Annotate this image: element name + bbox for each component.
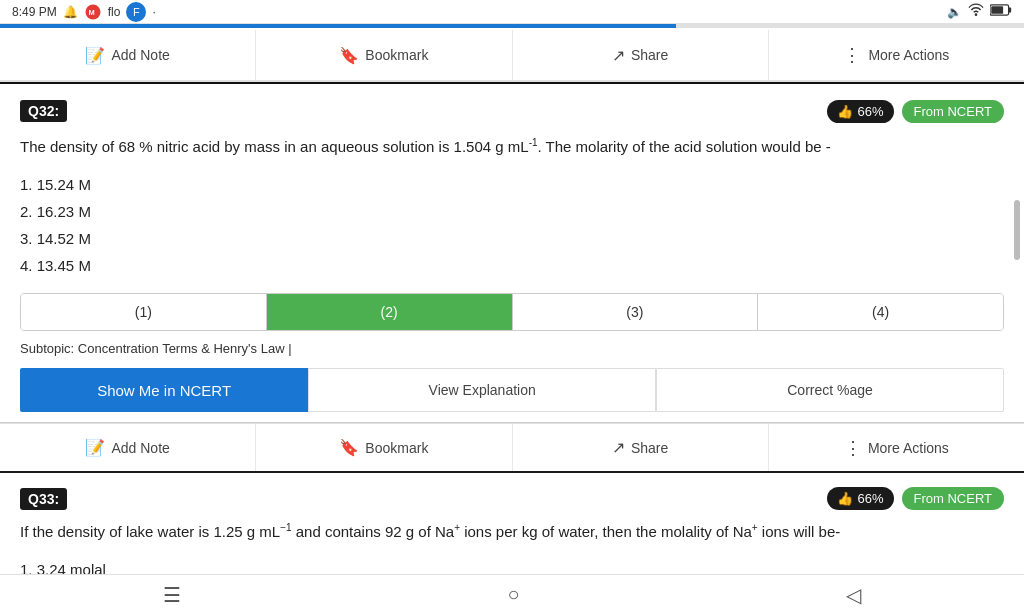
bottom-more-icon: ⋮ [844, 437, 862, 459]
avatar: F [126, 2, 146, 22]
bottom-add-note-button[interactable]: 📝 Add Note [0, 424, 256, 471]
bottom-more-actions-button[interactable]: ⋮ More Actions [769, 424, 1024, 471]
subtopic-area: Subtopic: Concentration Terms & Henry's … [20, 341, 1004, 356]
share-icon: ↗ [612, 46, 625, 65]
more-icon: ⋮ [843, 44, 862, 66]
top-toolbar: 📝 Add Note 🔖 Bookmark ↗ Share ⋮ More Act… [0, 30, 1024, 82]
bottom-share-icon: ↗ [612, 438, 625, 457]
q33-like-pct: 66% [857, 491, 883, 506]
q33-thumbs-up-icon: 👍 [837, 491, 853, 506]
svg-rect-5 [991, 6, 1003, 14]
bottom-bookmark-icon: 🔖 [339, 438, 359, 457]
q32-option-4: 4. 13.45 M [20, 252, 1004, 279]
correct-pctage-button[interactable]: Correct %age [656, 368, 1004, 412]
answer-btn-3[interactable]: (3) [513, 294, 759, 330]
answer-btn-1[interactable]: (1) [21, 294, 267, 330]
answer-btn-2[interactable]: (2) [267, 294, 513, 330]
q32-question-text: The density of 68 % nitric acid by mass … [20, 135, 1004, 159]
q33-badges: 👍 66% From NCERT [827, 487, 1004, 510]
like-pct: 66% [857, 104, 883, 119]
thumbs-up-icon: 👍 [837, 104, 853, 119]
nav-back-icon[interactable]: ◁ [846, 583, 861, 607]
q33-header: Q33: 👍 66% From NCERT [20, 487, 1004, 510]
bottom-share-label: Share [631, 440, 668, 456]
volume-icon: 🔈 [947, 5, 962, 19]
status-icon-alert: 🔔 [63, 5, 78, 19]
time: 8:49 PM [12, 5, 57, 19]
ncert-badge: From NCERT [902, 100, 1004, 123]
subtopic-value: Concentration Terms & Henry's Law | [78, 341, 292, 356]
bottom-bookmark-label: Bookmark [365, 440, 428, 456]
progress-track [0, 24, 1024, 28]
bottom-more-actions-label: More Actions [868, 440, 949, 456]
answer-row: (1) (2) (3) (4) [20, 293, 1004, 331]
bottom-toolbar: 📝 Add Note 🔖 Bookmark ↗ Share ⋮ More Act… [0, 423, 1024, 473]
progress-fill [0, 24, 676, 28]
show-ncert-button[interactable]: Show Me in NCERT [20, 368, 308, 412]
bottom-bookmark-button[interactable]: 🔖 Bookmark [256, 424, 512, 471]
status-right: 🔈 [947, 2, 1012, 21]
scroll-indicator [1014, 200, 1020, 260]
svg-rect-4 [1009, 7, 1012, 12]
status-app-label: flo [108, 5, 121, 19]
q32-badges: 👍 66% From NCERT [827, 100, 1004, 123]
nav-home-icon[interactable]: ○ [507, 583, 519, 606]
q32-options: 1. 15.24 M 2. 16.23 M 3. 14.52 M 4. 13.4… [20, 171, 1004, 279]
subtopic-label: Subtopic: [20, 341, 74, 356]
more-actions-label: More Actions [868, 47, 949, 63]
wifi-icon [968, 2, 984, 21]
status-dot: · [152, 5, 155, 19]
q33-ncert-badge: From NCERT [902, 487, 1004, 510]
q32-option-3: 3. 14.52 M [20, 225, 1004, 252]
progress-area [0, 24, 1024, 30]
add-note-button[interactable]: 📝 Add Note [0, 30, 256, 80]
svg-text:M: M [88, 8, 94, 17]
like-badge: 👍 66% [827, 100, 893, 123]
bookmark-label: Bookmark [365, 47, 428, 63]
status-left: 8:49 PM 🔔 M flo F · [12, 2, 156, 22]
answer-btn-4[interactable]: (4) [758, 294, 1003, 330]
bookmark-icon: 🔖 [339, 46, 359, 65]
q33-question-text: If the density of lake water is 1.25 g m… [20, 520, 1004, 544]
action-row: Show Me in NCERT View Explanation Correc… [20, 368, 1004, 412]
q33-number: Q33: [20, 488, 67, 510]
view-explanation-button[interactable]: View Explanation [308, 368, 656, 412]
q32-header: Q32: 👍 66% From NCERT [20, 100, 1004, 123]
add-note-label: Add Note [111, 47, 169, 63]
system-nav: ☰ ○ ◁ [0, 574, 1024, 614]
battery-icon [990, 4, 1012, 19]
status-bar: 8:49 PM 🔔 M flo F · 🔈 [0, 0, 1024, 24]
more-actions-button[interactable]: ⋮ More Actions [769, 30, 1024, 80]
q32-section: Q32: 👍 66% From NCERT The density of 68 … [0, 82, 1024, 423]
bottom-add-note-icon: 📝 [85, 438, 105, 457]
share-button[interactable]: ↗ Share [513, 30, 769, 80]
app-name: M [84, 3, 102, 21]
bottom-add-note-label: Add Note [111, 440, 169, 456]
bottom-share-button[interactable]: ↗ Share [513, 424, 769, 471]
svg-point-2 [975, 14, 976, 15]
q32-number: Q32: [20, 100, 67, 122]
q32-option-1: 1. 15.24 M [20, 171, 1004, 198]
q33-like-badge: 👍 66% [827, 487, 893, 510]
bookmark-button[interactable]: 🔖 Bookmark [256, 30, 512, 80]
add-note-icon: 📝 [85, 46, 105, 65]
nav-menu-icon[interactable]: ☰ [163, 583, 181, 607]
share-label: Share [631, 47, 668, 63]
q32-option-2: 2. 16.23 M [20, 198, 1004, 225]
